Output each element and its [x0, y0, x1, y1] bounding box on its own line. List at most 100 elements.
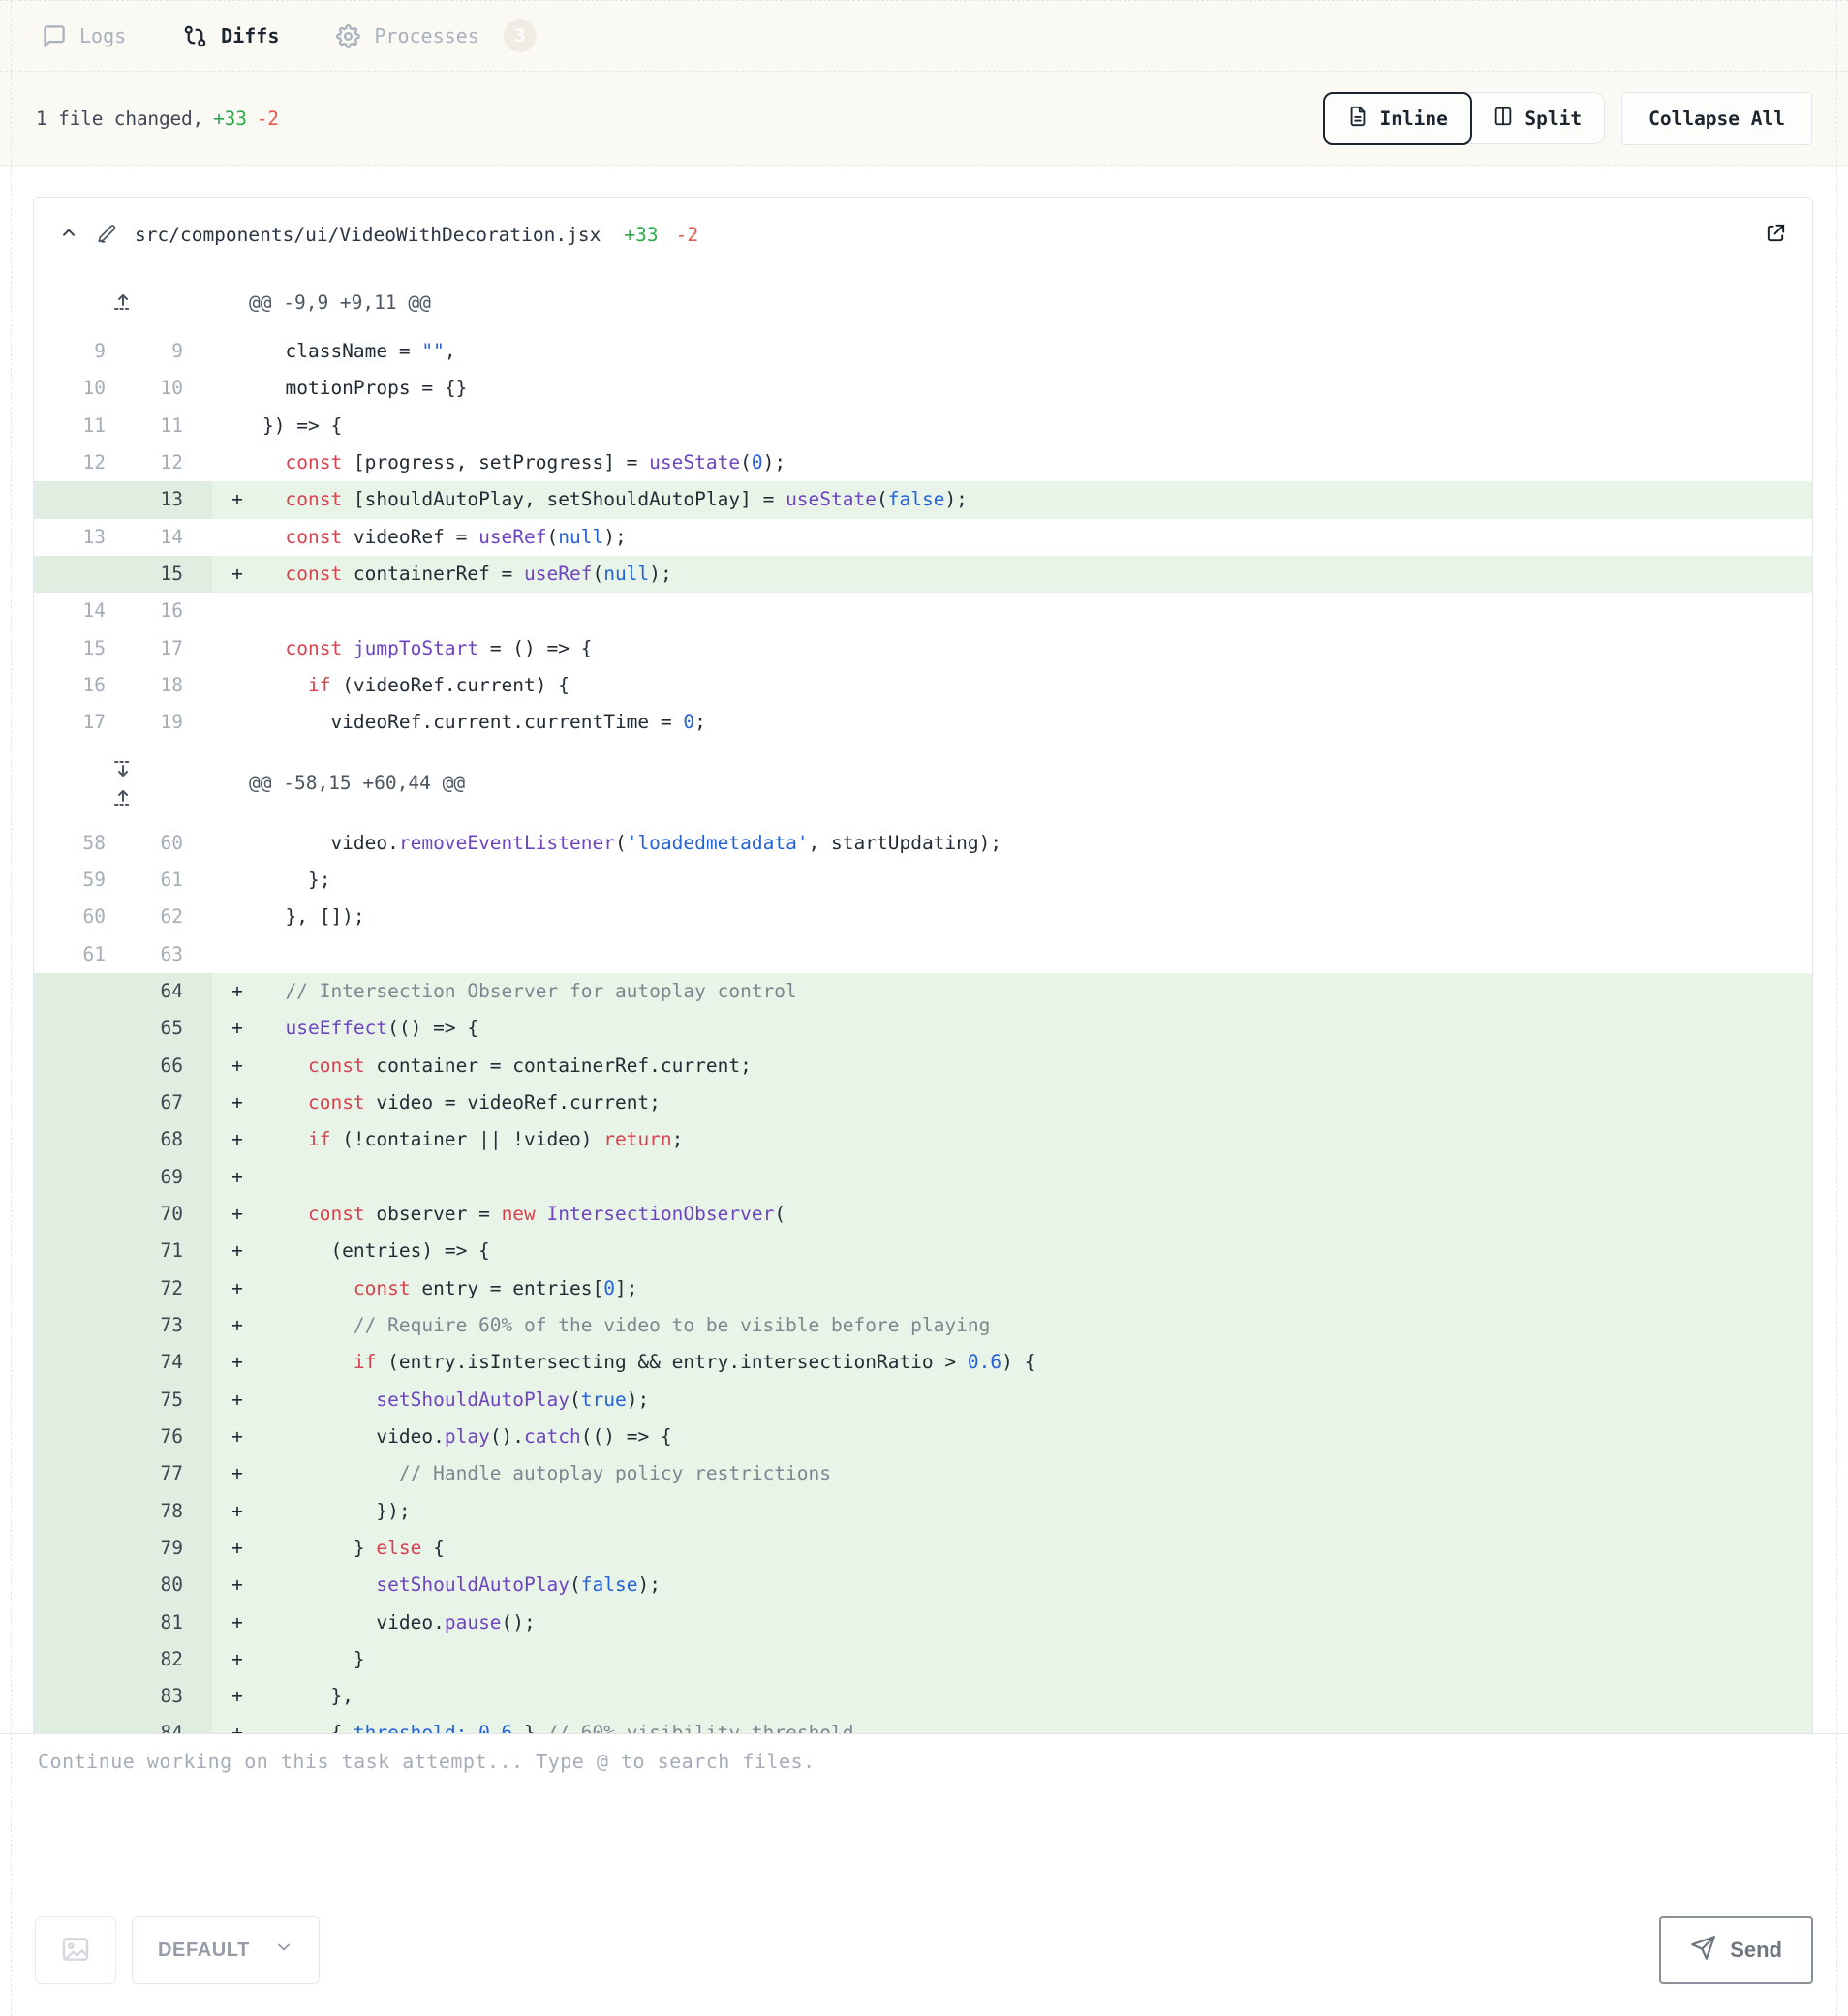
new-line-number: 77: [123, 1455, 212, 1493]
composer-input[interactable]: [36, 1748, 1493, 1868]
collapse-file-button[interactable]: [59, 224, 78, 246]
code-text: // Intersection Observer for autoplay co…: [285, 979, 797, 1002]
code-text: setShouldAutoPlay(false);: [376, 1573, 661, 1597]
new-line-number: 84: [123, 1715, 212, 1733]
inline-view-button[interactable]: Inline: [1323, 91, 1472, 145]
diff-marker: +: [231, 1054, 243, 1077]
diff-line: 13 14 const videoRef = useRef(null);: [34, 519, 1812, 556]
split-view-button[interactable]: Split: [1470, 93, 1604, 143]
new-line-number: 73: [123, 1306, 212, 1345]
open-external-button[interactable]: [1765, 222, 1787, 247]
old-line-number: [34, 1567, 123, 1604]
diff-body: @@ -9,9 +9,11 @@ 9 9 className = "", 10 10 m…: [34, 271, 1812, 1733]
code-text: motionProps = {}: [262, 377, 468, 400]
diff-marker: [212, 519, 262, 556]
diff-line: 64 + // Intersection Observer for autopla…: [34, 972, 1812, 1011]
old-line-number: [34, 1640, 123, 1679]
old-line-number: 60: [82, 905, 106, 929]
old-line-number: [34, 1121, 123, 1159]
diff-line: 71 + (entries) => {: [34, 1233, 1812, 1270]
variant-select[interactable]: DEFAULT: [132, 1916, 320, 1984]
deletions-count: -2: [256, 107, 279, 130]
old-line-number: [34, 1195, 123, 1234]
collapse-all-button[interactable]: Collapse All: [1621, 91, 1812, 145]
tab-logs[interactable]: Logs: [41, 23, 126, 49]
additions-count: +33: [213, 107, 247, 130]
diff-line: 60 62 }, []);: [34, 899, 1812, 935]
diff-marker: +: [231, 1165, 243, 1188]
old-line-number: 9: [94, 340, 106, 362]
diff-marker: [212, 408, 262, 444]
diff-line: 79 + } else {: [34, 1529, 1812, 1568]
new-line-number: 18: [160, 673, 183, 696]
file-additions: +33: [624, 223, 659, 246]
code-text: video.pause();: [262, 1610, 536, 1634]
expand-down-icon[interactable]: [111, 757, 135, 780]
code-text: if (videoRef.current) {: [307, 673, 570, 696]
diff-line: 82 + }: [34, 1640, 1812, 1679]
code-text: useEffect(() => {: [285, 1017, 479, 1040]
old-line-number: [34, 1715, 123, 1733]
old-line-number: [34, 1047, 123, 1084]
old-line-number: [34, 1604, 123, 1641]
diff-line: 12 12 const [progress, setProgress] = use…: [34, 444, 1812, 481]
old-line-number: [34, 1306, 123, 1345]
columns-icon: [1493, 106, 1514, 132]
diff-marker: [212, 667, 262, 704]
diff-line: 58 60 video.removeEventListener('loadedme…: [34, 825, 1812, 862]
diff-line: 84 + { threshold: 0.6 } // 60% visibility…: [34, 1715, 1812, 1733]
diff-marker: [212, 899, 262, 935]
old-line-number: [34, 1492, 123, 1530]
old-line-number: [34, 1381, 123, 1419]
expand-up-icon[interactable]: [111, 290, 135, 314]
old-line-number: [34, 1010, 123, 1048]
code-text: videoRef.current.currentTime = 0;: [262, 711, 706, 734]
new-line-number: 15: [123, 555, 212, 594]
diff-line: 73 + // Require 60% of the video to be vi…: [34, 1306, 1812, 1345]
attach-image-button[interactable]: [35, 1916, 116, 1984]
diff-marker: +: [231, 1202, 243, 1225]
diff-line: 72 + const entry = entries[0];: [34, 1269, 1812, 1307]
diff-line: 66 + const container = containerRef.curre…: [34, 1047, 1812, 1084]
diff-marker: +: [231, 1424, 243, 1448]
diff-panel: src/components/ui/VideoWithDecoration.js…: [0, 166, 1848, 1733]
tab-processes[interactable]: Processes 3: [335, 19, 537, 52]
diff-line: 70 + const observer = new IntersectionObs…: [34, 1195, 1812, 1234]
old-line-number: 14: [82, 599, 106, 623]
new-line-number: 64: [123, 972, 212, 1011]
code-text: const [shouldAutoPlay, setShouldAutoPlay…: [285, 488, 968, 511]
code-text: { threshold: 0.6 } // 60% visibility thr…: [262, 1722, 854, 1733]
diff-marker: +: [231, 1573, 243, 1597]
diff-marker: +: [231, 1090, 243, 1114]
new-line-number: 9: [171, 340, 183, 362]
diff-marker: +: [231, 1351, 243, 1374]
old-line-number: [34, 972, 123, 1011]
old-line-number: 13: [82, 525, 106, 548]
diff-line: 14 16: [34, 593, 1812, 629]
tab-diffs[interactable]: Diffs: [182, 23, 279, 49]
hunk-header-row: @@ -9,9 +9,11 @@: [34, 271, 1812, 333]
diff-line: 15 17 const jumpToStart = () => {: [34, 630, 1812, 667]
hunk-header-row: @@ -58,15 +60,44 @@: [34, 742, 1812, 825]
send-button[interactable]: Send: [1659, 1916, 1813, 1984]
old-line-number: [34, 1344, 123, 1382]
tab-bar: Logs Diffs Processes 3: [0, 0, 1848, 72]
new-line-number: 66: [123, 1047, 212, 1084]
new-line-number: 83: [123, 1678, 212, 1716]
new-line-number: 12: [160, 450, 183, 473]
new-line-number: 16: [160, 599, 183, 623]
old-line-number: [34, 1269, 123, 1307]
new-line-number: 82: [123, 1640, 212, 1679]
diff-line: 83 + },: [34, 1678, 1812, 1716]
diff-marker: [212, 704, 262, 741]
new-line-number: 75: [123, 1381, 212, 1419]
expand-up-icon[interactable]: [111, 786, 135, 809]
code-text: setShouldAutoPlay(true);: [376, 1388, 650, 1411]
diff-line: 15 + const containerRef = useRef(null);: [34, 555, 1812, 594]
new-line-number: 79: [123, 1529, 212, 1568]
code-text: }, []);: [262, 905, 365, 929]
new-line-number: 69: [123, 1158, 212, 1196]
diff-marker: [212, 370, 262, 407]
diff-marker: +: [231, 1685, 243, 1708]
diff-marker: +: [231, 1017, 243, 1040]
